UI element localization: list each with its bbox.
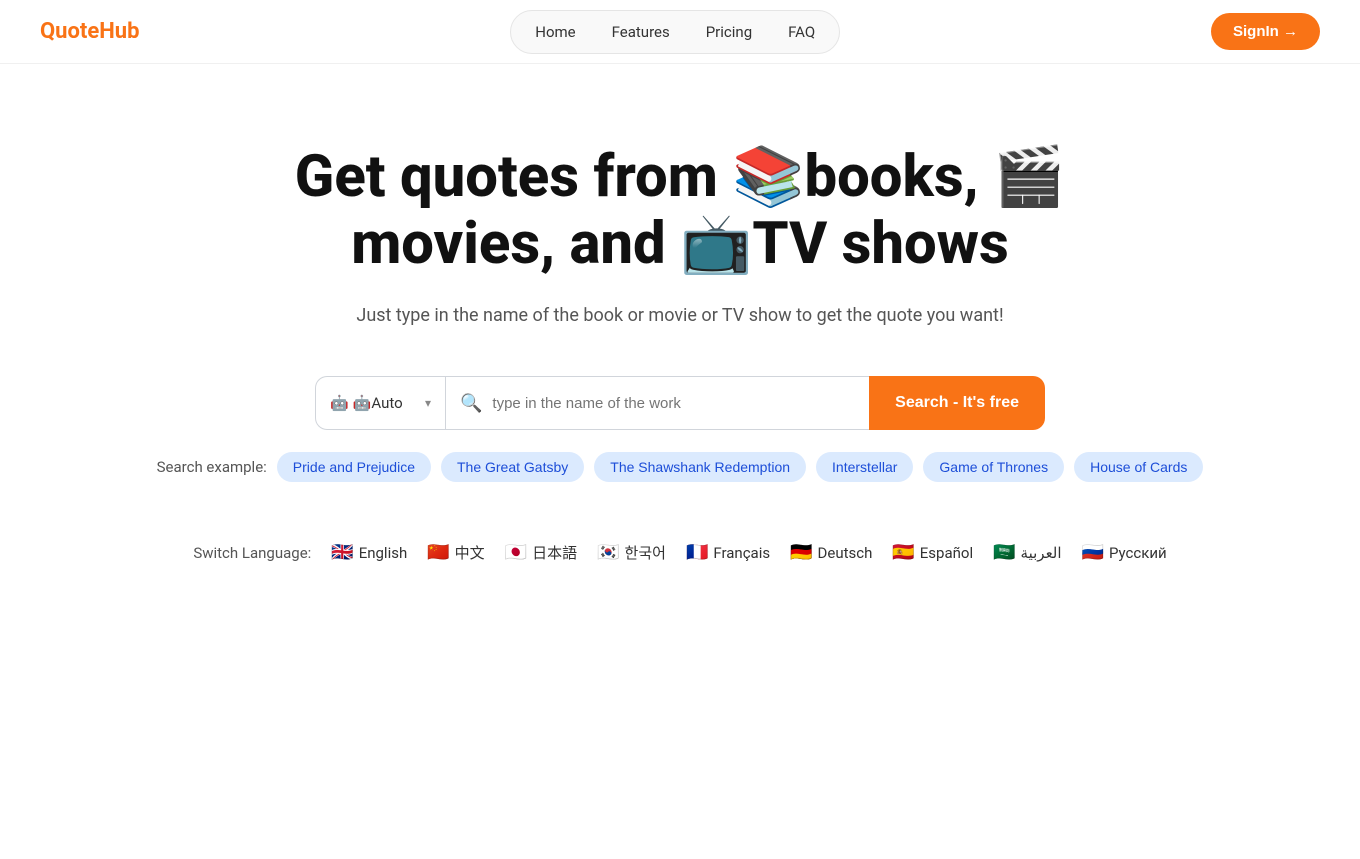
hero-title: Get quotes from 📚books, 🎬movies, and 📺TV… <box>230 144 1130 277</box>
auto-label: 🤖Auto <box>353 394 403 412</box>
lang-arabic[interactable]: 🇸🇦 العربية <box>993 542 1061 563</box>
hero-section: Get quotes from 📚books, 🎬movies, and 📺TV… <box>0 64 1360 623</box>
search-bar: 🤖 🤖Auto ▾ 🔍 Search - It's free <box>315 376 1045 430</box>
flag-german: 🇩🇪 <box>790 542 812 563</box>
flag-russian: 🇷🇺 <box>1082 542 1104 563</box>
search-input-wrap: 🔍 <box>445 376 869 430</box>
nav-pricing[interactable]: Pricing <box>690 17 768 47</box>
example-tag-5[interactable]: House of Cards <box>1074 452 1203 482</box>
hero-subtitle: Just type in the name of the book or mov… <box>356 305 1003 326</box>
example-tag-3[interactable]: Interstellar <box>816 452 913 482</box>
example-tag-1[interactable]: The Great Gatsby <box>441 452 584 482</box>
flag-english: 🇬🇧 <box>331 542 353 563</box>
search-examples: Search example: Pride and Prejudice The … <box>157 452 1204 482</box>
nav-home[interactable]: Home <box>519 17 591 47</box>
nav-links: Home Features Pricing FAQ <box>510 10 840 54</box>
lang-russian-label: Русский <box>1109 544 1167 562</box>
lang-arabic-label: العربية <box>1021 544 1062 562</box>
example-tag-0[interactable]: Pride and Prejudice <box>277 452 431 482</box>
language-switcher: Switch Language: 🇬🇧 English 🇨🇳 中文 🇯🇵 日本語… <box>193 542 1166 563</box>
language-dropdown[interactable]: 🤖 🤖Auto ▾ <box>315 376 445 430</box>
lang-english-label: English <box>359 544 408 562</box>
lang-japanese-label: 日本語 <box>532 542 577 563</box>
lang-chinese-label: 中文 <box>455 542 485 563</box>
nav-features[interactable]: Features <box>596 17 686 47</box>
logo[interactable]: QuoteHub <box>40 19 139 44</box>
search-input[interactable] <box>492 395 855 412</box>
flag-chinese: 🇨🇳 <box>427 542 449 563</box>
signin-button[interactable]: SignIn → <box>1211 13 1320 50</box>
auto-icon: 🤖 <box>330 394 349 412</box>
flag-arabic: 🇸🇦 <box>993 542 1015 563</box>
flag-spanish: 🇪🇸 <box>892 542 914 563</box>
lang-chinese[interactable]: 🇨🇳 中文 <box>427 542 484 563</box>
examples-label: Search example: <box>157 458 267 476</box>
example-tag-2[interactable]: The Shawshank Redemption <box>594 452 806 482</box>
lang-german[interactable]: 🇩🇪 Deutsch <box>790 542 872 563</box>
flag-korean: 🇰🇷 <box>597 542 619 563</box>
lang-russian[interactable]: 🇷🇺 Русский <box>1082 542 1167 563</box>
lang-spanish[interactable]: 🇪🇸 Español <box>892 542 973 563</box>
example-tag-4[interactable]: Game of Thrones <box>923 452 1064 482</box>
lang-korean-label: 한국어 <box>625 542 666 563</box>
lang-french-label: Français <box>713 544 770 562</box>
lang-german-label: Deutsch <box>818 544 873 562</box>
lang-english[interactable]: 🇬🇧 English <box>331 542 407 563</box>
lang-korean[interactable]: 🇰🇷 한국어 <box>597 542 666 563</box>
lang-switcher-label: Switch Language: <box>193 544 311 562</box>
nav-faq[interactable]: FAQ <box>772 17 831 47</box>
navbar: QuoteHub Home Features Pricing FAQ SignI… <box>0 0 1360 64</box>
flag-french: 🇫🇷 <box>686 542 708 563</box>
search-icon: 🔍 <box>460 393 482 414</box>
chevron-down-icon: ▾ <box>425 396 431 410</box>
search-button[interactable]: Search - It's free <box>869 376 1045 430</box>
lang-japanese[interactable]: 🇯🇵 日本語 <box>505 542 577 563</box>
flag-japanese: 🇯🇵 <box>505 542 527 563</box>
lang-spanish-label: Español <box>920 544 973 562</box>
lang-french[interactable]: 🇫🇷 Français <box>686 542 770 563</box>
